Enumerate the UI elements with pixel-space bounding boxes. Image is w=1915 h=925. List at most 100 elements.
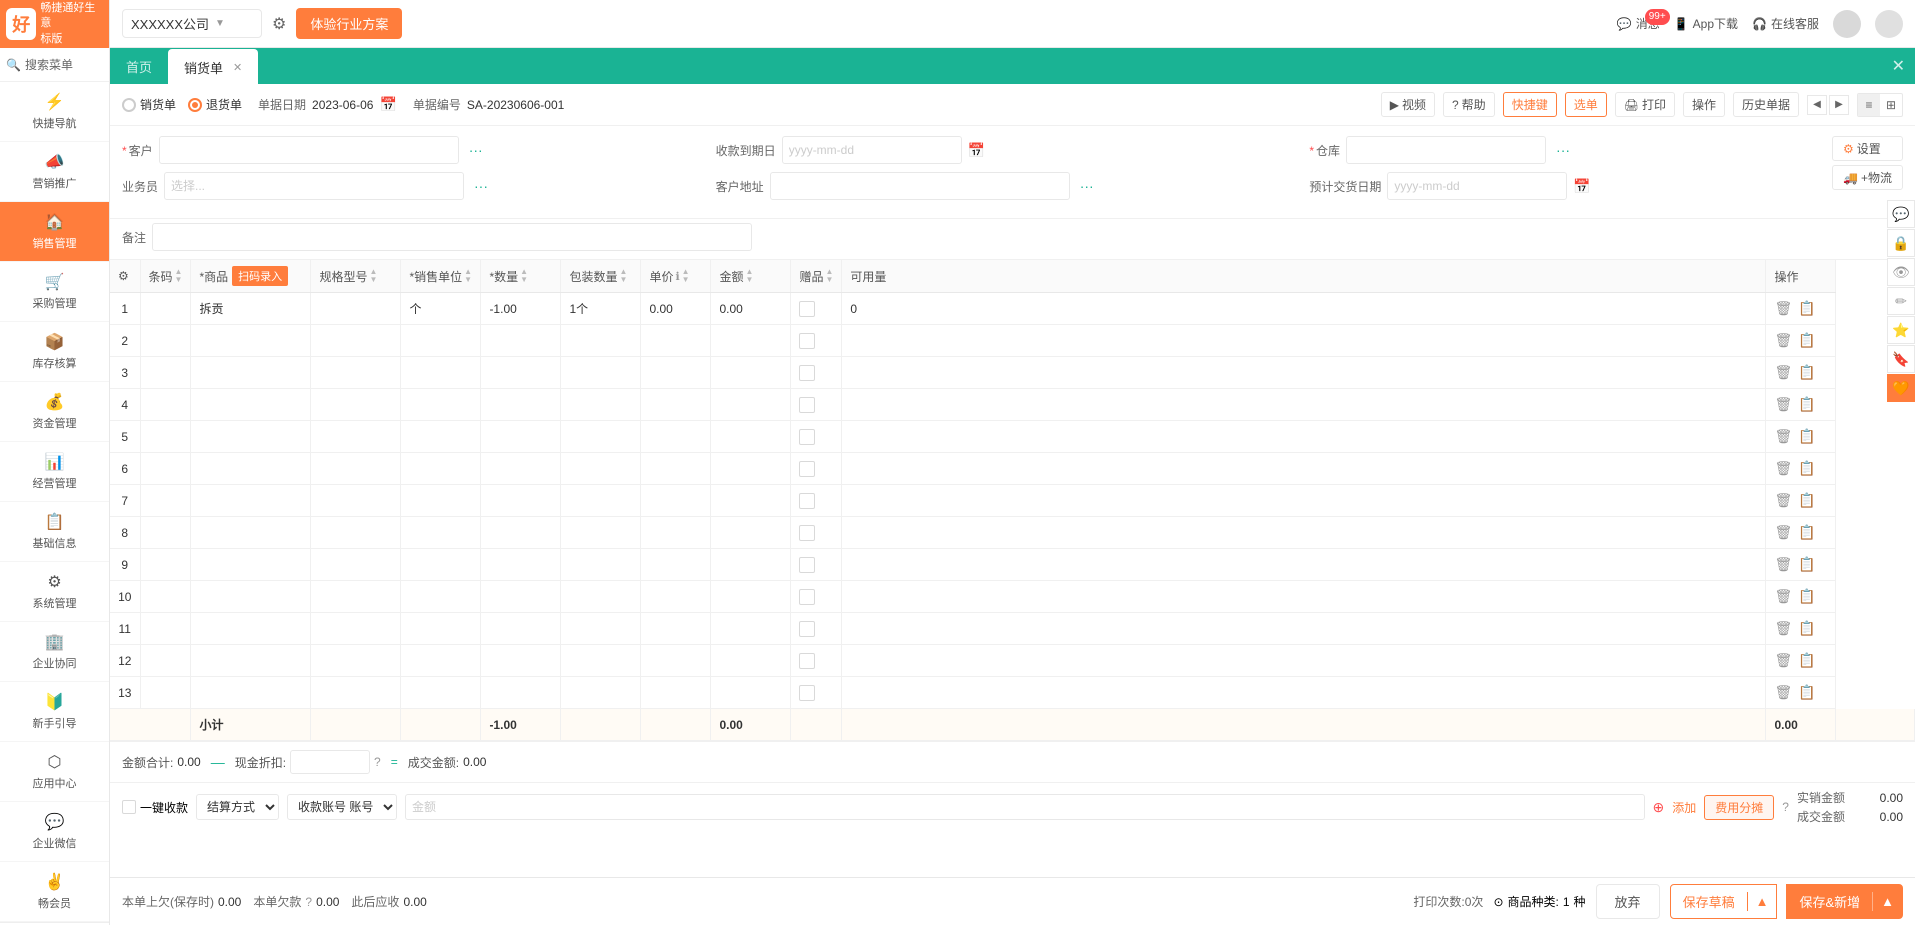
fee-help-icon[interactable]: ? bbox=[1782, 800, 1789, 814]
sidebar-item-system[interactable]: ⚙ 系统管理 bbox=[0, 562, 109, 622]
radio-return[interactable]: 退货单 bbox=[188, 96, 242, 113]
product-cell[interactable] bbox=[191, 357, 311, 389]
save-draft-button[interactable]: 保存草稿 ▲ bbox=[1670, 884, 1778, 919]
product-cell[interactable] bbox=[191, 325, 311, 357]
shortcut-btn[interactable]: 快捷键 bbox=[1503, 92, 1557, 117]
sidebar-item-guide[interactable]: 🔰 新手引导 bbox=[0, 682, 109, 742]
customer-select-icon[interactable]: ··· bbox=[465, 142, 487, 158]
delete-row-icon[interactable]: 🗑 bbox=[1774, 620, 1792, 637]
product-cell[interactable] bbox=[191, 485, 311, 517]
product-cell[interactable] bbox=[191, 421, 311, 453]
delete-row-icon[interactable]: 🗑 bbox=[1774, 460, 1792, 477]
total-owe-help-icon[interactable]: ? bbox=[305, 895, 312, 909]
add-payment-icon[interactable]: ⊕ bbox=[1653, 799, 1665, 816]
close-window-icon[interactable]: ✕ bbox=[1892, 56, 1905, 76]
company-selector[interactable]: XXXXXX公司 ▼ bbox=[122, 9, 262, 38]
next-arrow[interactable]: ▶ bbox=[1829, 95, 1849, 115]
warehouse-input[interactable]: 建材仓 bbox=[1346, 136, 1546, 164]
gift-cell[interactable] bbox=[791, 677, 842, 709]
sidebar-item-operations[interactable]: 📊 经营管理 bbox=[0, 442, 109, 502]
list-view-btn[interactable]: ≡ bbox=[1858, 94, 1880, 116]
gift-cell[interactable] bbox=[791, 421, 842, 453]
app-download-item[interactable]: 📱 App下载 bbox=[1674, 15, 1738, 32]
customer-input[interactable] bbox=[159, 136, 459, 164]
add-payment-btn[interactable]: 添加 bbox=[1672, 799, 1696, 816]
copy-row-icon[interactable]: 📋 bbox=[1798, 396, 1815, 413]
logistics-btn[interactable]: 🚚 +物流 bbox=[1832, 165, 1903, 190]
float-orange-btn[interactable]: 🧡 bbox=[1887, 374, 1915, 402]
remarks-input[interactable] bbox=[152, 223, 752, 251]
scan-btn[interactable]: 扫码录入 bbox=[232, 266, 288, 286]
online-service-item[interactable]: 🎧 在线客服 bbox=[1752, 15, 1819, 32]
gift-cell[interactable] bbox=[791, 645, 842, 677]
delete-row-icon[interactable]: 🗑 bbox=[1774, 684, 1792, 701]
gift-cell[interactable] bbox=[791, 581, 842, 613]
avatar[interactable] bbox=[1833, 10, 1861, 38]
gift-cell[interactable] bbox=[791, 389, 842, 421]
trial-button[interactable]: 体验行业方案 bbox=[296, 8, 402, 39]
help-btn[interactable]: ? 帮助 bbox=[1443, 92, 1495, 117]
cash-discount-help-icon[interactable]: ? bbox=[374, 755, 381, 769]
gift-cell[interactable] bbox=[791, 357, 842, 389]
col-settings-header[interactable]: ⚙ bbox=[110, 260, 140, 293]
sidebar-item-quick-nav[interactable]: ⚡ 快捷导航 bbox=[0, 82, 109, 142]
float-star-btn[interactable]: ⭐ bbox=[1887, 316, 1915, 344]
radio-sales[interactable]: 销货单 bbox=[122, 96, 176, 113]
gift-cell[interactable] bbox=[791, 325, 842, 357]
float-chat-btn[interactable]: 💬 bbox=[1887, 200, 1915, 228]
salesperson-input[interactable] bbox=[164, 172, 464, 200]
delete-row-icon[interactable]: 🗑 bbox=[1774, 364, 1792, 381]
fee-split-btn[interactable]: 费用分摊 bbox=[1704, 795, 1774, 820]
copy-row-icon[interactable]: 📋 bbox=[1798, 460, 1815, 477]
sidebar-item-inventory[interactable]: 📦 库存核算 bbox=[0, 322, 109, 382]
messages-item[interactable]: 💬 消息 99+ bbox=[1617, 15, 1660, 32]
gift-cell[interactable] bbox=[791, 293, 842, 325]
delete-row-icon[interactable]: 🗑 bbox=[1774, 524, 1792, 541]
delete-row-icon[interactable]: 🗑 bbox=[1774, 652, 1792, 669]
product-cell[interactable] bbox=[191, 677, 311, 709]
delete-row-icon[interactable]: 🗑 bbox=[1774, 492, 1792, 509]
gift-cell[interactable] bbox=[791, 517, 842, 549]
copy-row-icon[interactable]: 📋 bbox=[1798, 492, 1815, 509]
payment-amount-input[interactable] bbox=[405, 794, 1645, 820]
expected-delivery-input[interactable] bbox=[1387, 172, 1567, 200]
copy-row-icon[interactable]: 📋 bbox=[1798, 652, 1815, 669]
sidebar-item-wechat[interactable]: 💬 企业微信 bbox=[0, 802, 109, 862]
gift-cell[interactable] bbox=[791, 613, 842, 645]
tab-home[interactable]: 首页 bbox=[110, 48, 168, 84]
product-cell[interactable] bbox=[191, 517, 311, 549]
copy-row-icon[interactable]: 📋 bbox=[1798, 364, 1815, 381]
delete-row-icon[interactable]: 🗑 bbox=[1774, 396, 1792, 413]
delete-row-icon[interactable]: 🗑 bbox=[1774, 556, 1792, 573]
sidebar-item-basic[interactable]: 📋 基础信息 bbox=[0, 502, 109, 562]
save-draft-dropdown-icon[interactable]: ▲ bbox=[1747, 892, 1777, 911]
print-btn[interactable]: 🖨 打印 bbox=[1615, 92, 1675, 117]
sidebar-item-vip[interactable]: ✌ 畅会员 bbox=[0, 862, 109, 922]
gift-cell[interactable] bbox=[791, 549, 842, 581]
sidebar-item-sales[interactable]: 🏠 销售管理 bbox=[0, 202, 109, 262]
sidebar-item-purchase[interactable]: 🛒 采购管理 bbox=[0, 262, 109, 322]
cash-discount-input[interactable] bbox=[290, 750, 370, 774]
discard-button[interactable]: 放弃 bbox=[1596, 884, 1660, 919]
payment-method-select[interactable]: 结算方式 bbox=[196, 794, 279, 820]
settings-btn[interactable]: ⚙ 设置 bbox=[1832, 136, 1903, 161]
prev-arrow[interactable]: ◀ bbox=[1807, 95, 1827, 115]
sidebar-item-finance[interactable]: 💰 资金管理 bbox=[0, 382, 109, 442]
copy-row-icon[interactable]: 📋 bbox=[1798, 428, 1815, 445]
warehouse-select-icon[interactable]: ··· bbox=[1552, 142, 1574, 158]
copy-row-icon[interactable]: 📋 bbox=[1798, 524, 1815, 541]
gift-cell[interactable] bbox=[791, 485, 842, 517]
delivery-calendar-icon[interactable]: 📅 bbox=[1573, 178, 1590, 195]
copy-row-icon[interactable]: 📋 bbox=[1798, 620, 1815, 637]
company-settings-icon[interactable]: ⚙ bbox=[272, 14, 286, 34]
grid-view-btn[interactable]: ⊞ bbox=[1880, 94, 1902, 116]
float-lock-btn[interactable]: 🔒 bbox=[1887, 229, 1915, 257]
product-cell[interactable] bbox=[191, 613, 311, 645]
save-new-dropdown-icon[interactable]: ▲ bbox=[1872, 892, 1902, 911]
product-cell[interactable] bbox=[191, 581, 311, 613]
select-btn[interactable]: 选单 bbox=[1565, 92, 1607, 117]
product-cell[interactable]: 拆贡 bbox=[191, 293, 311, 325]
sidebar-item-enterprise[interactable]: 🏢 企业协同 bbox=[0, 622, 109, 682]
payment-account-select[interactable]: 收款账号 账号 bbox=[287, 794, 397, 820]
copy-row-icon[interactable]: 📋 bbox=[1798, 588, 1815, 605]
